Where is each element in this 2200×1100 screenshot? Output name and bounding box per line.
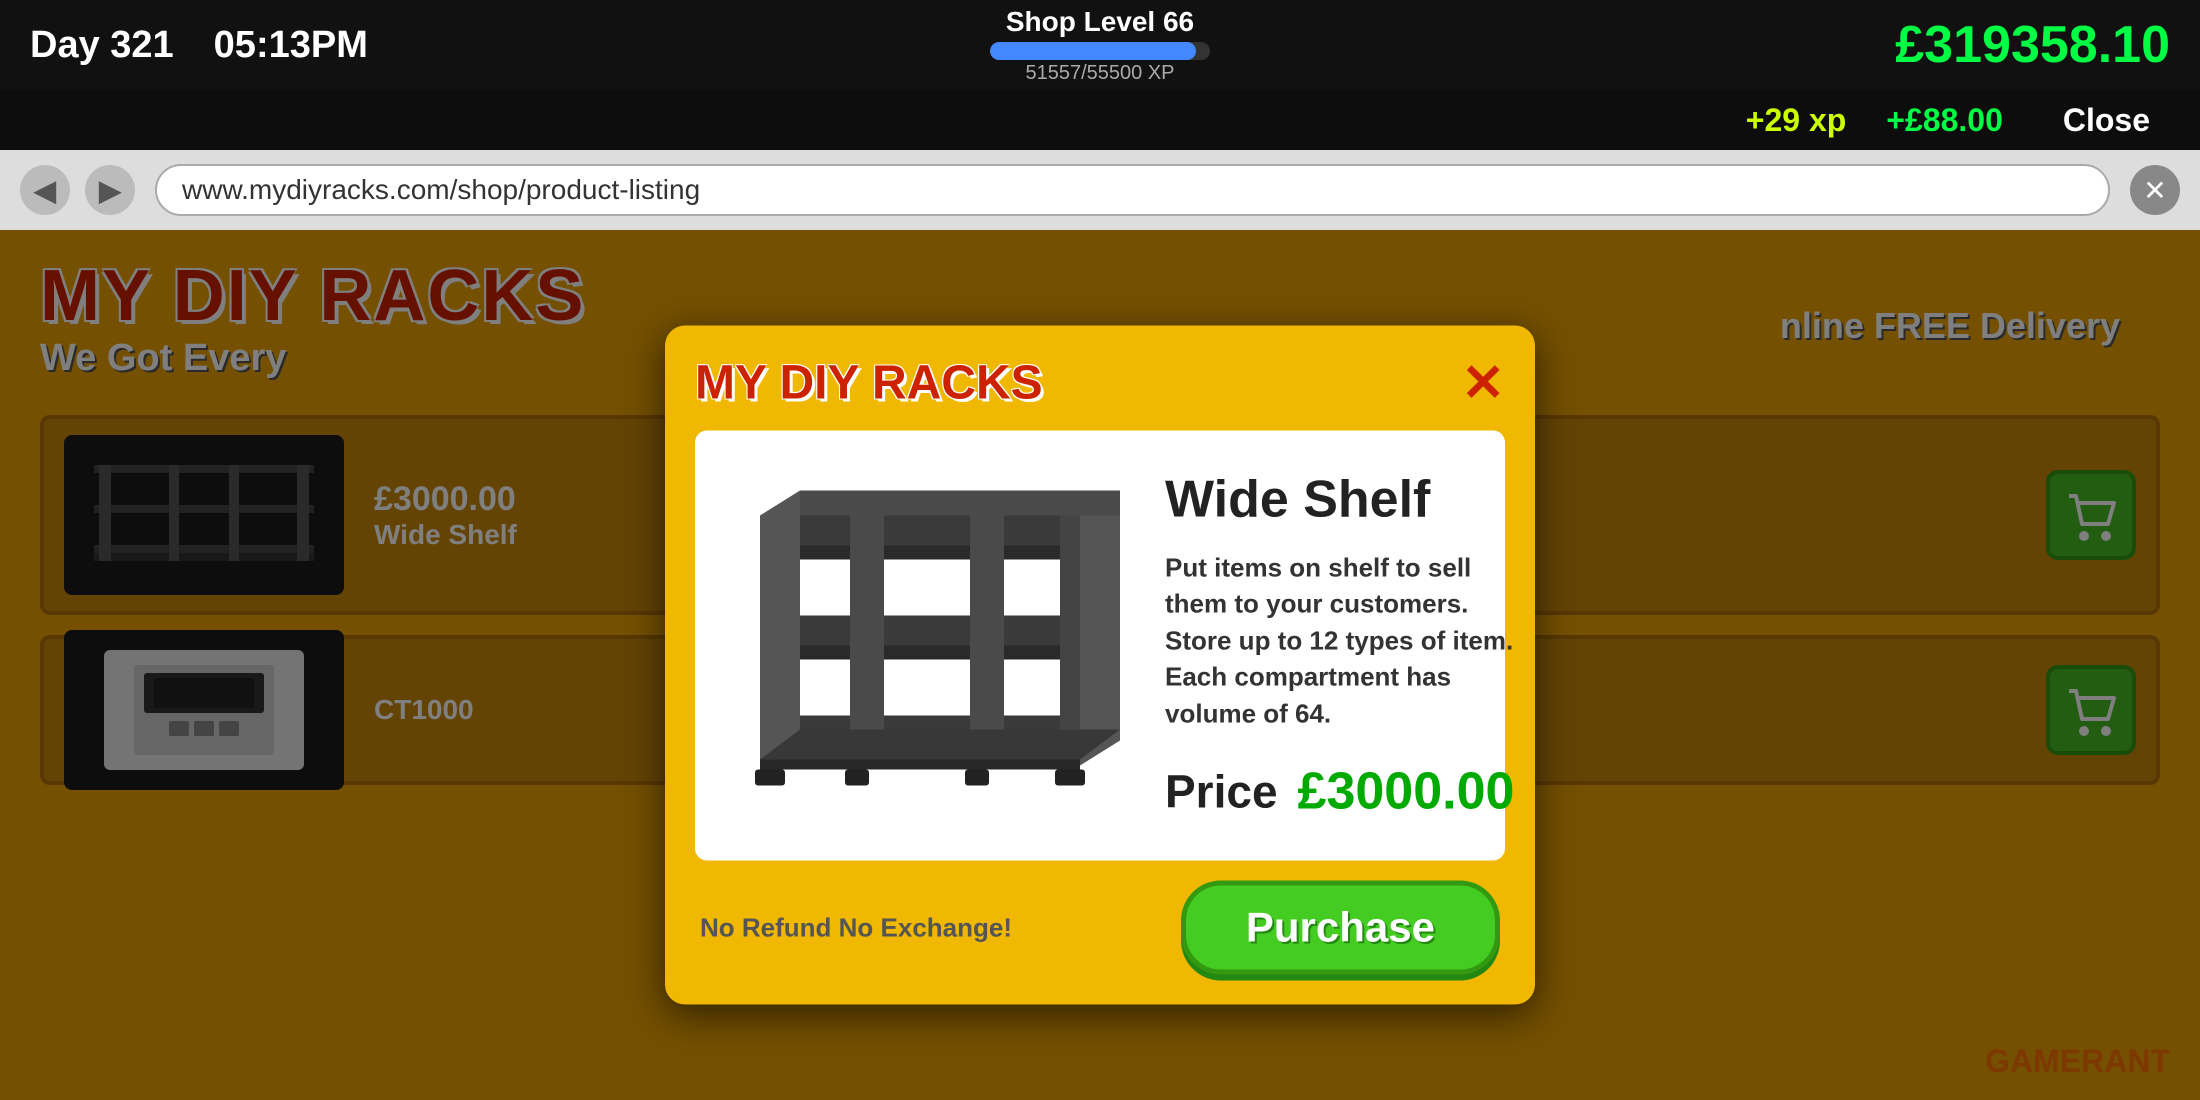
- url-text: www.mydiyracks.com/shop/product-listing: [182, 174, 700, 206]
- forward-button[interactable]: ▶: [85, 165, 135, 215]
- url-bar[interactable]: www.mydiyracks.com/shop/product-listing: [155, 164, 2110, 216]
- xp-bar: [990, 42, 1210, 60]
- close-notification-button[interactable]: Close: [2043, 97, 2170, 144]
- purchase-button[interactable]: Purchase: [1181, 881, 1500, 975]
- modal-body: Wide Shelf Put items on shelf to sell th…: [695, 431, 1505, 861]
- modal-product-details: Wide Shelf Put items on shelf to sell th…: [1165, 470, 1514, 822]
- browser-bar: ◀ ▶ www.mydiyracks.com/shop/product-list…: [0, 150, 2200, 230]
- money-display: £319358.10: [1895, 15, 2170, 75]
- day-time: Day 321 05:13PM: [30, 24, 368, 67]
- day-label: Day 321: [30, 24, 174, 67]
- modal-price-value: £3000.00: [1298, 761, 1515, 821]
- modal-price-row: Price £3000.00: [1165, 761, 1514, 821]
- modal-product-name: Wide Shelf: [1165, 470, 1514, 530]
- product-modal: MY DIY RACKS ✕: [665, 326, 1535, 1005]
- modal-product-description: Put items on shelf to sell them to your …: [1165, 550, 1514, 732]
- xp-bar-fill: [990, 42, 1196, 60]
- shop-level-label: Shop Level 66: [1006, 6, 1194, 38]
- time-label: 05:13PM: [214, 24, 368, 67]
- money-notification: +£88.00: [1886, 102, 2003, 139]
- close-x-icon: ✕: [2143, 174, 2166, 207]
- modal-close-button[interactable]: ✕: [1461, 357, 1505, 409]
- xp-notification: +29 xp: [1746, 102, 1847, 139]
- xp-text: 51557/55500 XP: [1025, 62, 1174, 85]
- modal-price-label: Price: [1165, 764, 1278, 818]
- browser-close-button[interactable]: ✕: [2130, 165, 2180, 215]
- notification-bar: +29 xp +£88.00 Close: [0, 90, 2200, 150]
- shop-level-area: Shop Level 66 51557/55500 XP: [990, 6, 1210, 85]
- modal-footer: No Refund No Exchange! Purchase: [695, 881, 1505, 975]
- wide-shelf-modal-image: [730, 466, 1120, 826]
- modal-header: MY DIY RACKS ✕: [695, 356, 1505, 411]
- back-button[interactable]: ◀: [20, 165, 70, 215]
- no-refund-text: No Refund No Exchange!: [700, 912, 1012, 943]
- top-bar: Day 321 05:13PM Shop Level 66 51557/5550…: [0, 0, 2200, 90]
- modal-title: MY DIY RACKS: [695, 356, 1043, 411]
- nav-buttons: ◀ ▶: [20, 165, 135, 215]
- main-content: MY DIY RACKS We Got Every nline FREE Del…: [0, 230, 2200, 1100]
- modal-product-image: [715, 456, 1135, 836]
